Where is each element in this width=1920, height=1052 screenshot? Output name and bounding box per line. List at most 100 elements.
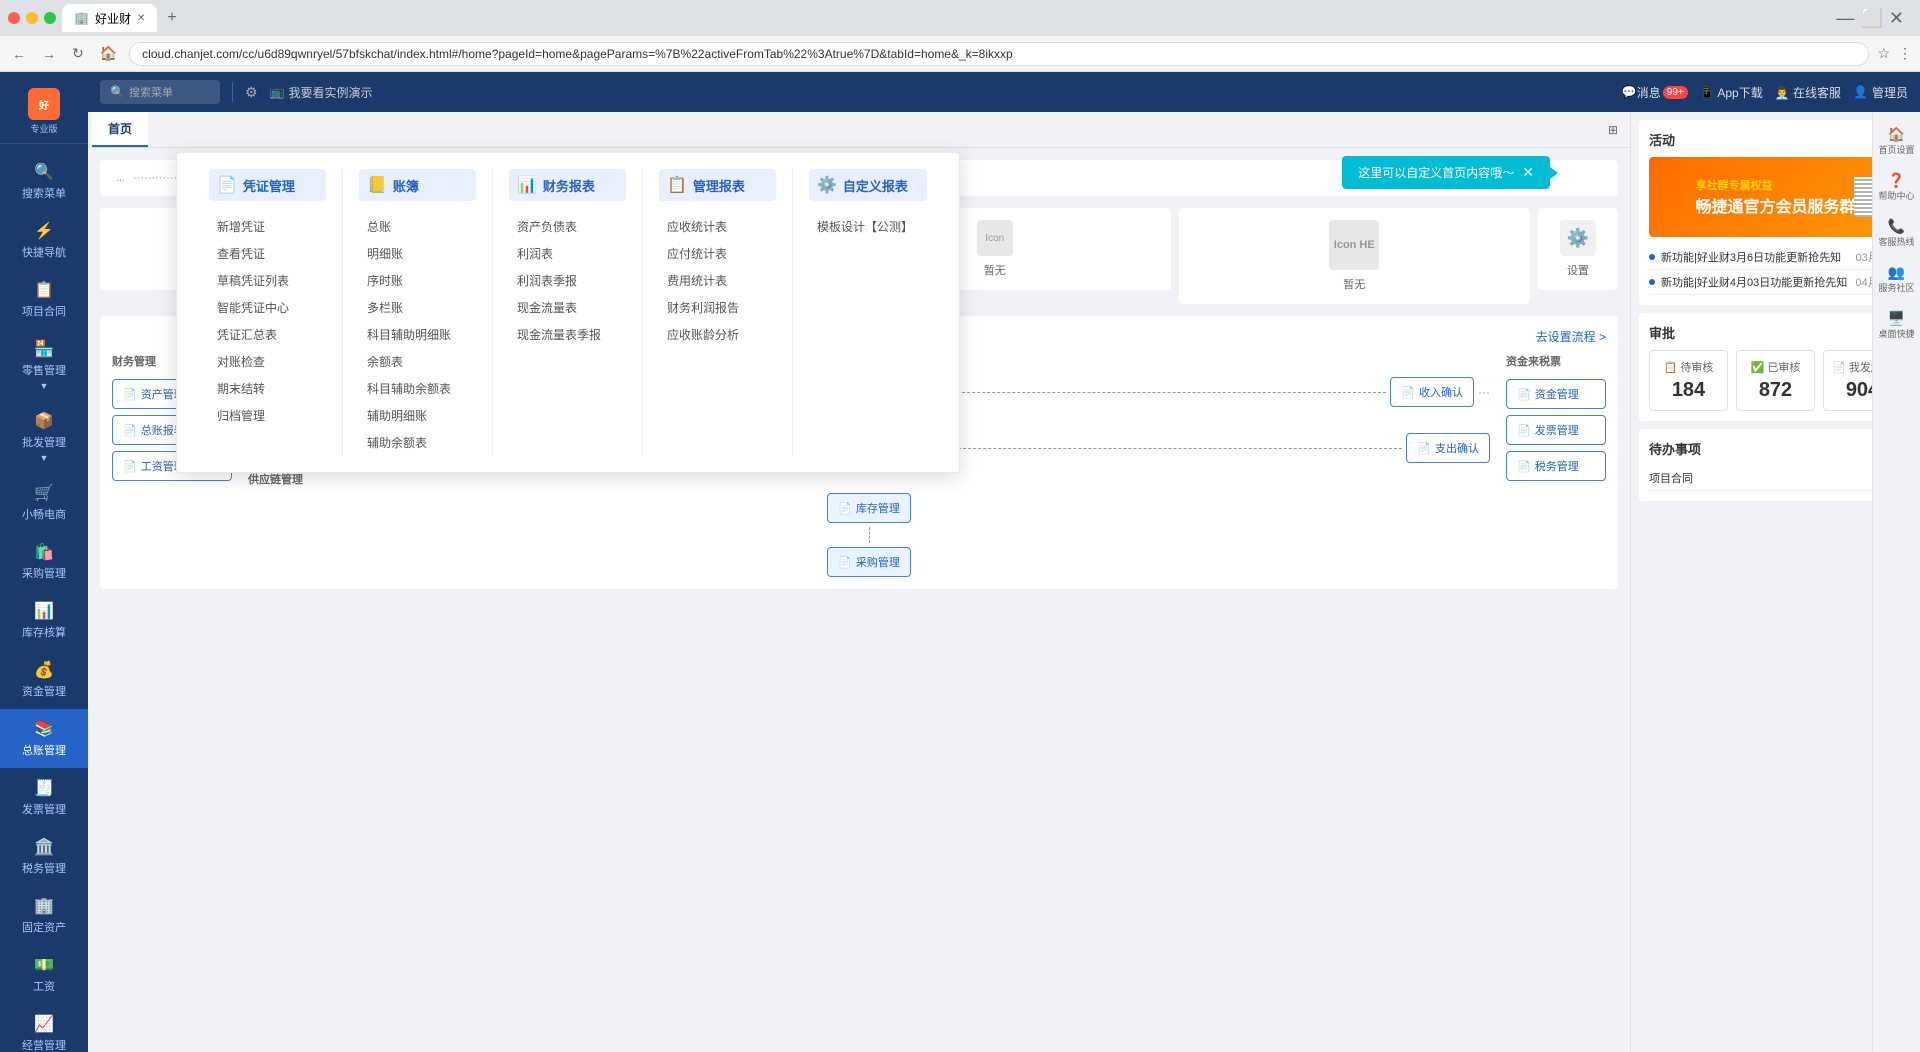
flow-expense-confirm[interactable]: 📄 支出确认	[1406, 433, 1490, 463]
menu-item-smart-voucher[interactable]: 智能凭证中心	[209, 294, 326, 321]
divider	[232, 82, 233, 102]
sidebar-item-ecommerce[interactable]: 🛒 小畅电商	[0, 473, 88, 532]
menu-item-cashflow[interactable]: 现金流量表	[509, 294, 626, 321]
sidebar: 好 专业版 🔍 搜索菜单 ⚡ 快捷导航 📋 项目合同 🏪 零售管理 ▼ 📦 批发…	[0, 72, 88, 1052]
menu-search-box[interactable]: 🔍 搜索菜单	[100, 80, 220, 104]
menu-item-template-design[interactable]: 模板设计【公测】	[809, 213, 927, 240]
menu-item-period-close[interactable]: 期末结转	[209, 375, 326, 402]
sidebar-item-project[interactable]: 📋 项目合同	[0, 270, 88, 329]
maximize-button[interactable]	[44, 12, 56, 24]
menu-item-aux-detail[interactable]: 辅助明细账	[359, 402, 476, 429]
menu-item-income-quarterly[interactable]: 利润表季报	[509, 267, 626, 294]
logo-icon: 好	[28, 88, 60, 120]
menu-item-voucher-summary[interactable]: 凭证汇总表	[209, 321, 326, 348]
approval-pending[interactable]: 📋 待审核 184	[1649, 350, 1728, 411]
menu-item-ar-aging[interactable]: 应收账龄分析	[659, 321, 776, 348]
tab-right-actions: ⊞	[1600, 119, 1626, 141]
news-text-1: 新功能|好业财3月6日功能更新抢先知	[1661, 249, 1850, 265]
flow-tax-mgmt[interactable]: 📄 税务管理	[1506, 451, 1606, 481]
user-menu-button[interactable]: 👤 管理员	[1853, 84, 1908, 101]
close-button[interactable]	[8, 12, 20, 24]
sidebar-item-assets[interactable]: 🏢 固定资产	[0, 886, 88, 945]
menu-item-payable-stat[interactable]: 应付统计表	[659, 240, 776, 267]
forward-button[interactable]: →	[38, 44, 60, 64]
menu-item-aux-balance[interactable]: 辅助余额表	[359, 429, 476, 456]
minimize-win-icon[interactable]: —	[1836, 8, 1854, 29]
quick-desktop[interactable]: 🖥️ 桌面快捷	[1877, 304, 1917, 346]
tab-close-icon[interactable]: ✕	[137, 13, 145, 24]
active-tab[interactable]: 🏢 好业财 ✕	[62, 4, 157, 32]
quick-help-center[interactable]: ❓ 帮助中心	[1877, 166, 1917, 208]
demo-button[interactable]: 📺 我要看实例演示	[270, 84, 373, 101]
menu-item-finance-profit[interactable]: 财务利润报告	[659, 294, 776, 321]
sidebar-item-operations[interactable]: 📈 经营管理	[0, 1004, 88, 1052]
online-service-button[interactable]: 👨‍💼 在线客服	[1775, 84, 1841, 101]
menu-item-view-voucher[interactable]: 查看凭证	[209, 240, 326, 267]
flow-line-2	[907, 392, 1386, 393]
menu-item-account-check[interactable]: 对账检查	[209, 348, 326, 375]
flow-fund-mgmt[interactable]: 📄 资金管理	[1506, 379, 1606, 409]
menu-item-expense-stat[interactable]: 费用统计表	[659, 267, 776, 294]
menu-item-sequence-ledger[interactable]: 序时账	[359, 267, 476, 294]
restore-win-icon[interactable]: ⬜	[1860, 8, 1882, 29]
refresh-button[interactable]: ↻	[68, 43, 88, 64]
payroll-box-icon: 📄	[123, 460, 137, 473]
menu-item-archive[interactable]: 归档管理	[209, 402, 326, 429]
flow-income-confirm[interactable]: 📄 收入确认	[1390, 377, 1474, 407]
news-dot-1	[1649, 254, 1655, 260]
quick-home-settings[interactable]: 🏠 首页设置	[1877, 120, 1917, 162]
app-download-button[interactable]: 📱 App下载	[1700, 84, 1763, 101]
sidebar-item-finance[interactable]: 💰 资金管理	[0, 650, 88, 709]
sidebar-item-wholesale[interactable]: 📦 批发管理 ▼	[0, 401, 88, 473]
icon-label-3: 暂无	[984, 262, 1006, 278]
menu-item-multi-col-ledger[interactable]: 多栏账	[359, 294, 476, 321]
back-button[interactable]: ←	[8, 44, 30, 64]
menu-item-receivable-stat[interactable]: 应收统计表	[659, 213, 776, 240]
menu-item-new-voucher[interactable]: 新增凭证	[209, 213, 326, 240]
sidebar-item-inventory[interactable]: 📊 库存核算	[0, 591, 88, 650]
flow-inventory[interactable]: 📄 库存管理	[827, 493, 911, 523]
sidebar-item-quicknav[interactable]: ⚡ 快捷导航	[0, 211, 88, 270]
url-input[interactable]	[129, 42, 1869, 66]
message-button[interactable]: 💬 消息 99+	[1622, 84, 1688, 101]
menu-item-subject-balance[interactable]: 科目辅助余额表	[359, 375, 476, 402]
setup-flow-link[interactable]: 去设置流程 >	[1536, 328, 1606, 345]
banner-close-button[interactable]: ✕	[1522, 164, 1534, 181]
menu-item-general-ledger[interactable]: 总账	[359, 213, 476, 240]
menu-section-ledger-header: 📒 账簿	[359, 169, 476, 201]
sidebar-item-invoice[interactable]: 🧾 发票管理	[0, 768, 88, 827]
menu-item-balance-table[interactable]: 余额表	[359, 348, 476, 375]
sidebar-item-salary[interactable]: 💵 工资	[0, 945, 88, 1004]
close-win-icon[interactable]: ✕	[1889, 8, 1904, 29]
minimize-button[interactable]	[26, 12, 38, 24]
sidebar-item-purchase[interactable]: 🛍️ 采购管理	[0, 532, 88, 591]
quick-hotline[interactable]: 📞 客服热线	[1877, 212, 1917, 254]
menu-item-detail-ledger[interactable]: 明细账	[359, 240, 476, 267]
expand-icon[interactable]: ⊞	[1608, 123, 1618, 137]
menu-item-draft-voucher[interactable]: 草稿凭证列表	[209, 267, 326, 294]
sidebar-item-ledger[interactable]: 📚 总账管理	[0, 709, 88, 768]
settings-icon-card[interactable]: ⚙️ 设置	[1538, 208, 1618, 290]
approval-approved[interactable]: ✅ 已审核 872	[1736, 350, 1815, 411]
menu-section-mgmt-header: 📋 管理报表	[659, 169, 776, 201]
sidebar-item-search[interactable]: 🔍 搜索菜单	[0, 152, 88, 211]
sidebar-item-retail[interactable]: 🏪 零售管理 ▼	[0, 329, 88, 401]
sidebar-label-operations: 经营管理	[22, 1037, 66, 1052]
new-tab-button[interactable]: +	[161, 7, 182, 29]
menu-item-income-stmt[interactable]: 利润表	[509, 240, 626, 267]
flow-purchase[interactable]: 📄 采购管理	[827, 547, 911, 577]
settings-nav-icon[interactable]: ⚙	[245, 84, 258, 101]
extension-icon[interactable]: ⋮	[1898, 45, 1912, 62]
menu-item-subject-detail[interactable]: 科目辅助明细账	[359, 321, 476, 348]
flow-invoice-mgmt[interactable]: 📄 发票管理	[1506, 415, 1606, 445]
menu-item-cashflow-quarterly[interactable]: 现金流量表季报	[509, 321, 626, 348]
invoice-mgmt-icon: 📄	[1517, 424, 1531, 437]
menu-item-balance-sheet[interactable]: 资产负债表	[509, 213, 626, 240]
sidebar-item-tax[interactable]: 🏛️ 税务管理	[0, 827, 88, 886]
tab-home[interactable]: 首页	[92, 112, 148, 147]
tax-icon: 🏛️	[34, 837, 54, 857]
bookmark-icon[interactable]: ☆	[1877, 45, 1890, 62]
home-nav-button[interactable]: 🏠	[96, 43, 121, 64]
quick-community[interactable]: 👥 服务社区	[1877, 258, 1917, 300]
icon-card-he[interactable]: Icon HE 暂无	[1179, 208, 1531, 304]
